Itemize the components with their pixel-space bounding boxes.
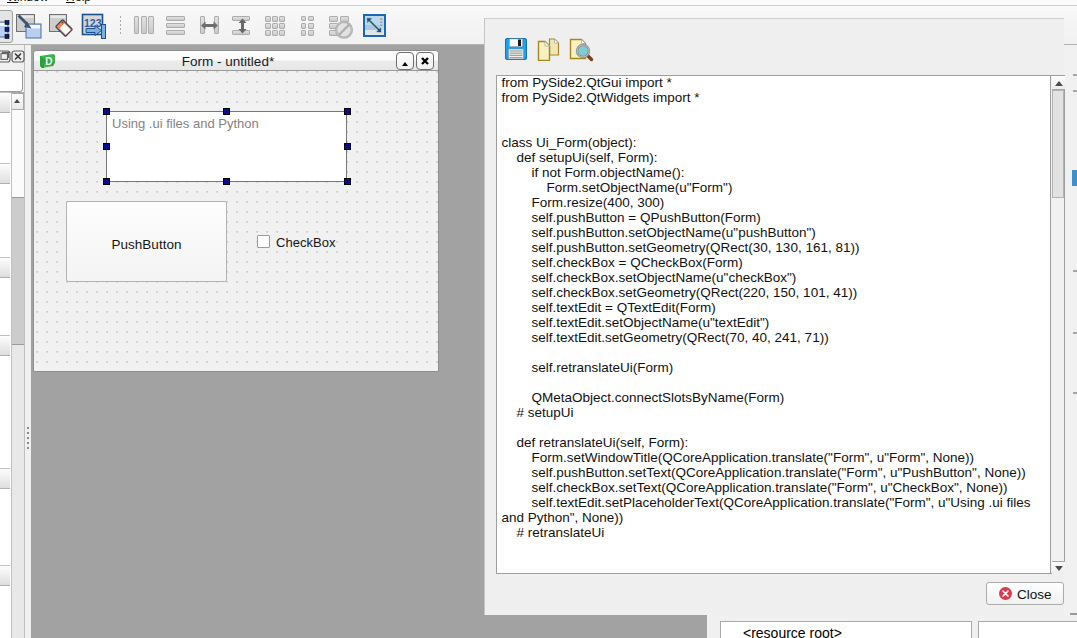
svg-text:123: 123 [84, 17, 102, 29]
